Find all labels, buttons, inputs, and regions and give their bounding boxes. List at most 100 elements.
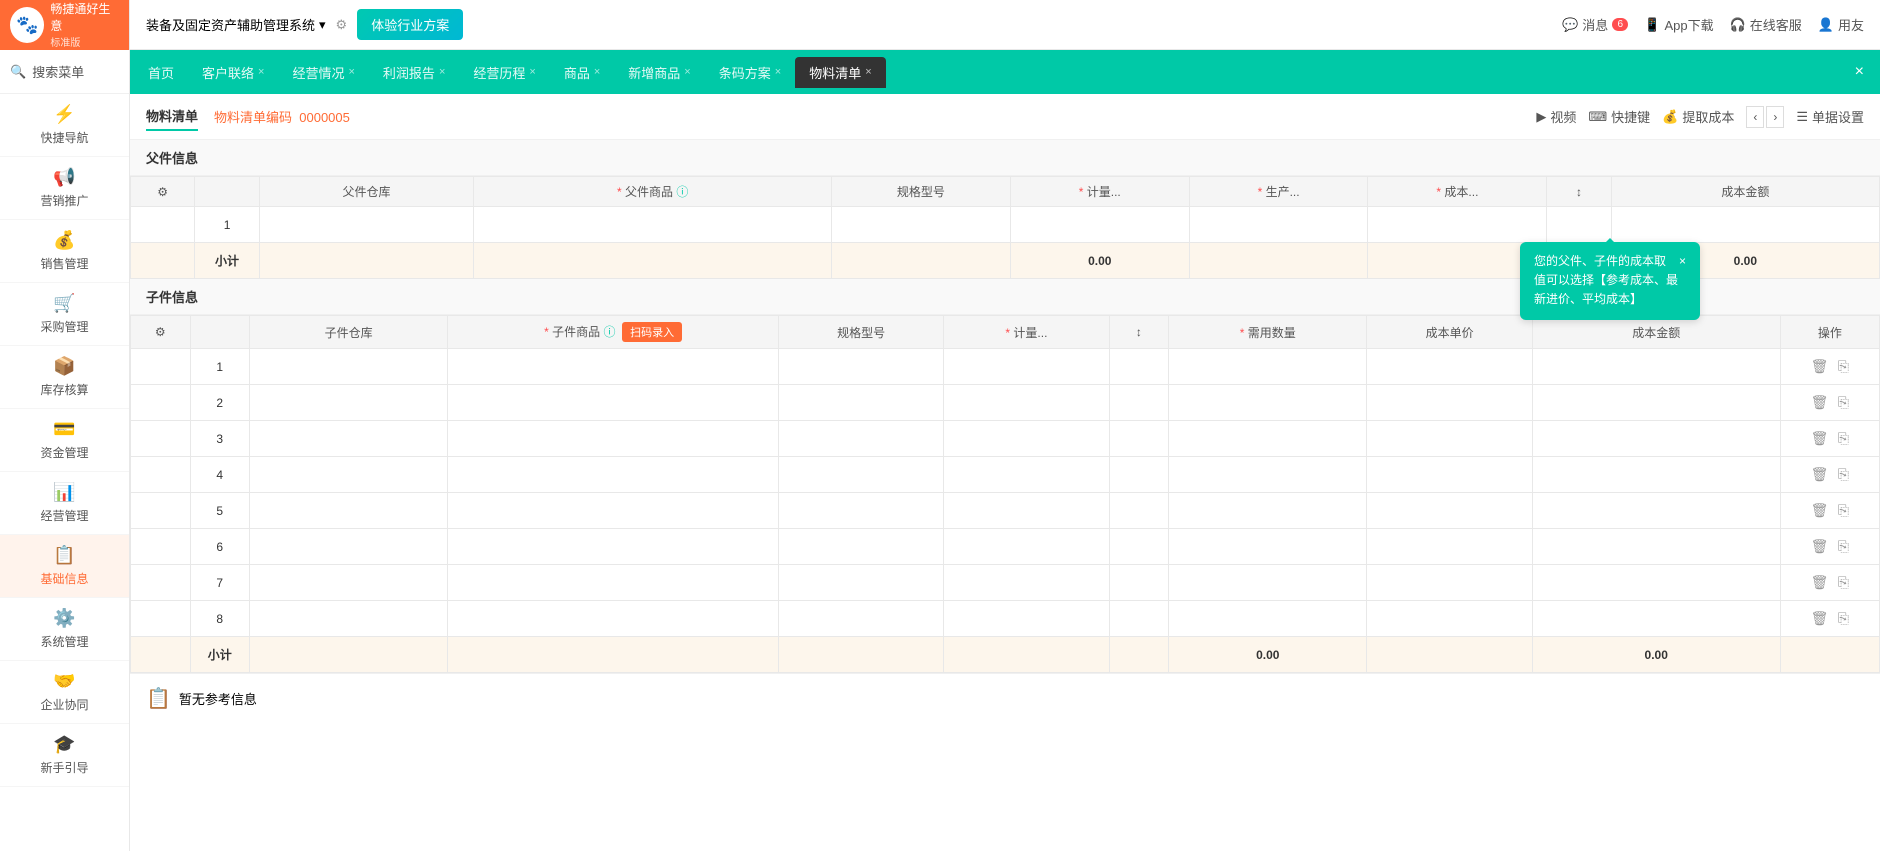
sub-tab-bom[interactable]: 物料清单: [146, 102, 198, 131]
sidebar-item-资金管理[interactable]: 💳资金管理: [0, 409, 129, 472]
child-row-unit[interactable]: [944, 601, 1109, 637]
delete-row-button[interactable]: 🗑: [1808, 430, 1832, 446]
sidebar-search-area[interactable]: 🔍 搜索菜单: [0, 50, 129, 94]
child-row-product[interactable]: [448, 349, 779, 385]
nav-tab-利润报告[interactable]: 利润报告×: [369, 57, 459, 88]
child-row-product[interactable]: [448, 421, 779, 457]
nav-tab-商品[interactable]: 商品×: [550, 57, 614, 88]
parent-row-warehouse[interactable]: [259, 207, 474, 243]
child-row-spec[interactable]: [778, 493, 943, 529]
delete-row-button[interactable]: 🗑: [1808, 538, 1832, 554]
next-button[interactable]: ›: [1766, 106, 1784, 128]
online-service-button[interactable]: 🎧 在线客服: [1730, 15, 1802, 34]
nav-tab-首页[interactable]: 首页: [134, 57, 188, 88]
user-button[interactable]: 👤 用友: [1818, 15, 1864, 34]
child-row-product[interactable]: [448, 457, 779, 493]
child-row-spec[interactable]: [778, 457, 943, 493]
sidebar-item-基础信息[interactable]: 📋基础信息: [0, 535, 129, 598]
delete-row-button[interactable]: 🗑: [1808, 610, 1832, 626]
nav-tab-close-icon[interactable]: ×: [684, 66, 690, 78]
copy-row-button[interactable]: ⎘: [1835, 394, 1852, 410]
child-row-qty[interactable]: [1169, 565, 1367, 601]
child-row-spec[interactable]: [778, 529, 943, 565]
nav-tab-物料清单[interactable]: 物料清单×: [795, 57, 885, 88]
settings-icon[interactable]: ⚙: [336, 17, 348, 33]
copy-row-button[interactable]: ⎘: [1835, 358, 1852, 374]
search-menu-button[interactable]: 🔍 搜索菜单: [10, 58, 119, 85]
shortcut-button[interactable]: ⌨ 快捷键: [1588, 107, 1650, 126]
copy-row-button[interactable]: ⎘: [1835, 430, 1852, 446]
child-row-warehouse[interactable]: [250, 385, 448, 421]
copy-row-button[interactable]: ⎘: [1835, 502, 1852, 518]
copy-row-button[interactable]: ⎘: [1835, 466, 1852, 482]
extract-cost-button[interactable]: 💰 提取成本: [1662, 107, 1734, 126]
child-row-product[interactable]: [448, 601, 779, 637]
child-row-unit[interactable]: [944, 385, 1109, 421]
delete-row-button[interactable]: 🗑: [1808, 574, 1832, 590]
child-row-warehouse[interactable]: [250, 349, 448, 385]
sidebar-item-快捷导航[interactable]: ⚡快捷导航: [0, 94, 129, 157]
tooltip-close-button[interactable]: ×: [1679, 252, 1686, 271]
video-button[interactable]: ▶ 视频: [1536, 107, 1576, 126]
child-row-product[interactable]: [448, 493, 779, 529]
nav-tab-close-icon[interactable]: ×: [348, 66, 354, 78]
child-row-qty[interactable]: [1169, 529, 1367, 565]
child-row-spec[interactable]: [778, 565, 943, 601]
child-row-spec[interactable]: [778, 349, 943, 385]
nav-tab-close-icon[interactable]: ×: [865, 66, 871, 78]
prev-button[interactable]: ‹: [1746, 106, 1764, 128]
delete-row-button[interactable]: 🗑: [1808, 394, 1832, 410]
child-row-qty[interactable]: [1169, 601, 1367, 637]
copy-row-button[interactable]: ⎘: [1835, 538, 1852, 554]
child-row-product[interactable]: [448, 385, 779, 421]
nav-tab-客户联络[interactable]: 客户联络×: [188, 57, 278, 88]
child-row-warehouse[interactable]: [250, 421, 448, 457]
child-col-settings[interactable]: ⚙: [131, 316, 191, 349]
parent-row-mfg[interactable]: [1189, 207, 1368, 243]
sidebar-item-经营管理[interactable]: 📊经营管理: [0, 472, 129, 535]
scan-input-button[interactable]: 扫码录入: [622, 322, 682, 342]
child-row-warehouse[interactable]: [250, 565, 448, 601]
parent-col-settings[interactable]: ⚙: [131, 177, 195, 207]
sidebar-item-营销推广[interactable]: 📢营销推广: [0, 157, 129, 220]
parent-row-product[interactable]: [474, 207, 832, 243]
sidebar-item-系统管理[interactable]: ⚙️系统管理: [0, 598, 129, 661]
parent-row-spec[interactable]: [832, 207, 1011, 243]
child-row-warehouse[interactable]: [250, 457, 448, 493]
doc-settings-button[interactable]: ☰ 单据设置: [1796, 107, 1864, 126]
delete-row-button[interactable]: 🗑: [1808, 358, 1832, 374]
child-row-product[interactable]: [448, 565, 779, 601]
close-all-tabs-button[interactable]: ×: [1843, 63, 1876, 81]
nav-tab-close-icon[interactable]: ×: [439, 66, 445, 78]
copy-row-button[interactable]: ⎘: [1835, 610, 1852, 626]
child-row-unit[interactable]: [944, 349, 1109, 385]
child-row-product[interactable]: [448, 529, 779, 565]
child-row-unit[interactable]: [944, 421, 1109, 457]
system-title-dropdown[interactable]: 装备及固定资产辅助管理系统 ▾: [146, 15, 326, 34]
message-button[interactable]: 💬 消息 6: [1562, 15, 1628, 34]
child-row-spec[interactable]: [778, 385, 943, 421]
child-row-spec[interactable]: [778, 421, 943, 457]
child-row-unit[interactable]: [944, 457, 1109, 493]
child-row-warehouse[interactable]: [250, 601, 448, 637]
sidebar-item-新手引导[interactable]: 🎓新手引导: [0, 724, 129, 787]
child-row-qty[interactable]: [1169, 421, 1367, 457]
delete-row-button[interactable]: 🗑: [1808, 466, 1832, 482]
child-row-warehouse[interactable]: [250, 493, 448, 529]
nav-tab-条码方案[interactable]: 条码方案×: [705, 57, 795, 88]
sidebar-item-企业协同[interactable]: 🤝企业协同: [0, 661, 129, 724]
parent-row-cost[interactable]: [1368, 207, 1547, 243]
nav-tab-close-icon[interactable]: ×: [594, 66, 600, 78]
child-row-unit[interactable]: [944, 529, 1109, 565]
child-row-unit[interactable]: [944, 493, 1109, 529]
nav-tab-新增商品[interactable]: 新增商品×: [614, 57, 704, 88]
child-row-qty[interactable]: [1169, 457, 1367, 493]
copy-row-button[interactable]: ⎘: [1835, 574, 1852, 590]
child-row-spec[interactable]: [778, 601, 943, 637]
nav-tab-经营历程[interactable]: 经营历程×: [459, 57, 549, 88]
child-row-warehouse[interactable]: [250, 529, 448, 565]
child-row-qty[interactable]: [1169, 385, 1367, 421]
nav-tab-close-icon[interactable]: ×: [258, 66, 264, 78]
app-download-button[interactable]: 📱 App下载: [1644, 15, 1713, 34]
sidebar-item-采购管理[interactable]: 🛒采购管理: [0, 283, 129, 346]
